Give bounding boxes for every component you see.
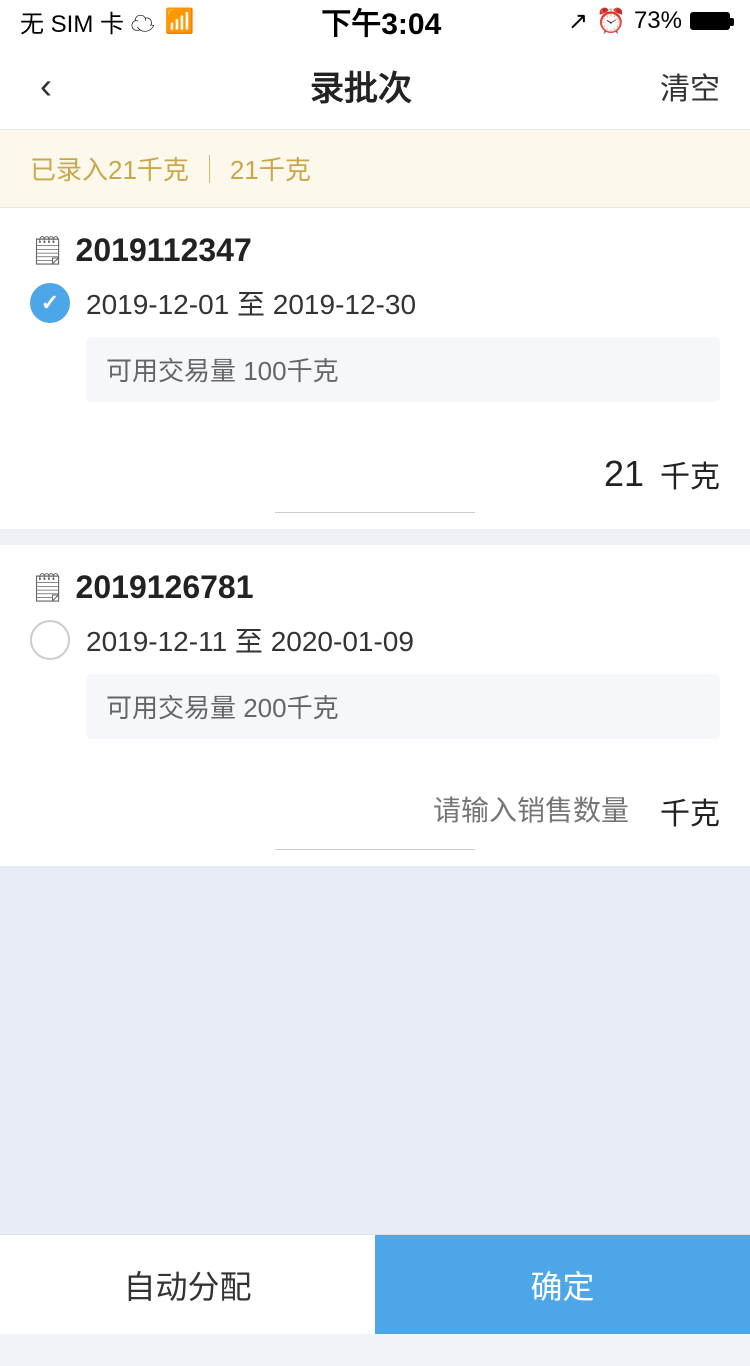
batch-2-header: 🗒 2019126781 bbox=[30, 569, 720, 606]
battery-percent: 73% bbox=[634, 7, 682, 35]
batch-item-2: 🗒 2019126781 2019-12-11 至 2020-01-09 可用交… bbox=[0, 545, 750, 773]
batch-1-id: 2019112347 bbox=[76, 232, 252, 269]
nav-bar: ‹ 录批次 清空 bbox=[0, 42, 750, 130]
alarm-icon: ⏰ bbox=[596, 7, 626, 36]
status-bar: 无 SIM 卡 ☁ 📶 下午3:04 ↗ ⏰ 73% bbox=[0, 0, 750, 42]
info-banner: 已录入21千克 21千克 bbox=[0, 130, 750, 208]
bottom-bar: 自动分配 确定 bbox=[0, 1234, 750, 1334]
batch-1-radio[interactable] bbox=[30, 283, 70, 323]
batch-1-quantity-unit: 千克 bbox=[660, 452, 720, 496]
wifi-icon: 📶 bbox=[165, 7, 195, 36]
info-divider bbox=[209, 155, 210, 183]
batch-1-date: 2019-12-01 至 2019-12-30 bbox=[86, 283, 416, 323]
batch-2-icon: 🗒 bbox=[30, 571, 66, 604]
clear-button[interactable]: 清空 bbox=[660, 64, 720, 108]
auto-distribute-button[interactable]: 自动分配 bbox=[0, 1235, 375, 1334]
batch-1-icon: 🗒 bbox=[30, 234, 66, 267]
batch-1-divider-container bbox=[0, 512, 750, 529]
recorded-amount-label: 已录入21千克 bbox=[30, 150, 189, 187]
status-left: 无 SIM 卡 ☁ 📶 bbox=[20, 4, 195, 39]
batch-2-radio[interactable] bbox=[30, 620, 70, 660]
batch-2-divider-container bbox=[0, 849, 750, 866]
page-title: 录批次 bbox=[310, 61, 412, 110]
status-right: ↗ ⏰ 73% bbox=[568, 7, 730, 36]
battery-icon bbox=[690, 12, 730, 30]
batch-2-quantity-input[interactable] bbox=[344, 795, 644, 827]
batch-2-date: 2019-12-11 至 2020-01-09 bbox=[86, 620, 414, 660]
batch-1-available: 可用交易量 100千克 bbox=[86, 337, 720, 402]
batch-1-quantity-value: 21 bbox=[604, 453, 644, 495]
location-icon: ↗ bbox=[568, 7, 588, 36]
batch-2-quantity-divider bbox=[275, 849, 475, 850]
status-time: 下午3:04 bbox=[321, 0, 441, 43]
batch-2-input-row[interactable]: 千克 bbox=[0, 773, 750, 849]
batch-2-id: 2019126781 bbox=[76, 569, 254, 606]
batch-item-1: 🗒 2019112347 2019-12-01 至 2019-12-30 可用交… bbox=[0, 208, 750, 436]
batch-2-available: 可用交易量 200千克 bbox=[86, 674, 720, 739]
confirm-button[interactable]: 确定 bbox=[375, 1235, 750, 1334]
section-divider-1 bbox=[0, 529, 750, 545]
batch-1-header: 🗒 2019112347 bbox=[30, 232, 720, 269]
spacer-area bbox=[0, 866, 750, 1266]
batch-1-quantity-row: 21 千克 bbox=[0, 436, 750, 512]
batch-2-date-row[interactable]: 2019-12-11 至 2020-01-09 bbox=[30, 620, 720, 660]
batch-1-quantity-divider bbox=[275, 512, 475, 513]
batch-1-date-row[interactable]: 2019-12-01 至 2019-12-30 bbox=[30, 283, 720, 323]
back-button[interactable]: ‹ bbox=[30, 55, 62, 117]
sim-label: 无 SIM 卡 ☁ bbox=[20, 4, 155, 39]
recorded-amount-value: 21千克 bbox=[230, 150, 311, 187]
content-wrapper: 🗒 2019112347 2019-12-01 至 2019-12-30 可用交… bbox=[0, 208, 750, 1366]
batch-2-unit: 千克 bbox=[660, 789, 720, 833]
